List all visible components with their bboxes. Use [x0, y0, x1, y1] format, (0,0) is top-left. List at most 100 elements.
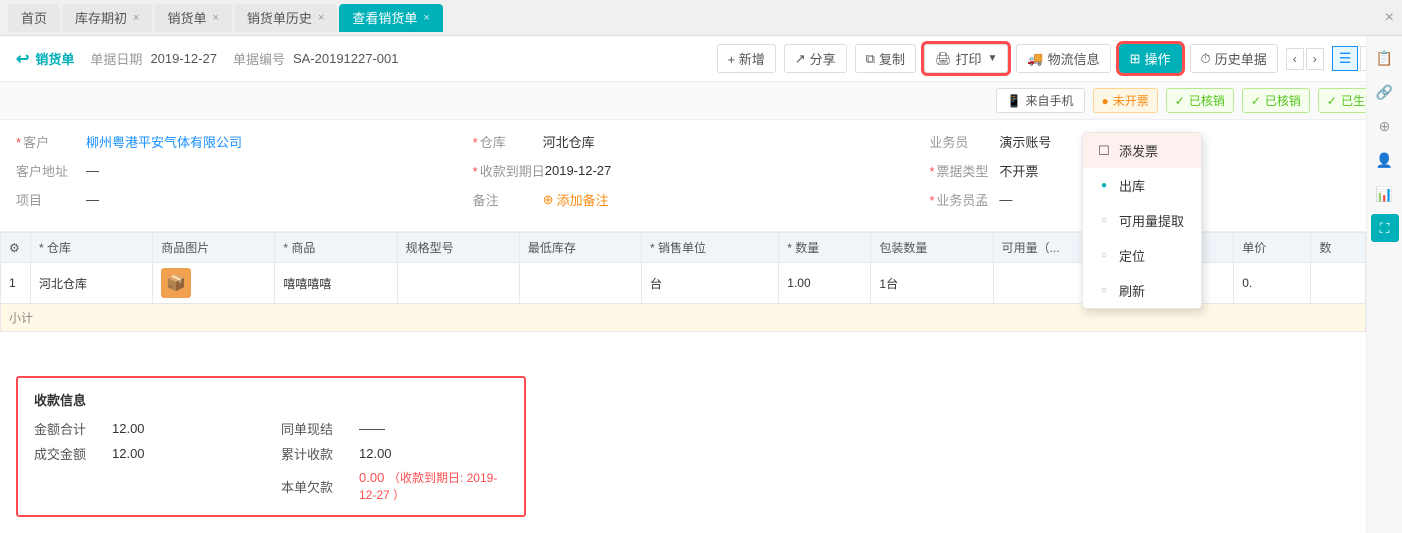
sidebar-icon-5[interactable]: 📊 — [1371, 180, 1399, 208]
owed-row: 本单欠款 0.00 （收款到期日: 2019-12-27 ） — [281, 469, 508, 503]
tab-inventory-close[interactable]: × — [133, 12, 139, 24]
same-order-label: 同单现结 — [281, 419, 351, 438]
sidebar-icon-1[interactable]: 📋 — [1371, 44, 1399, 72]
staff-label: 业务员 — [929, 132, 999, 151]
tab-view-sales-label: 查看销货单 — [352, 8, 417, 27]
out-warehouse-label: 出库 — [1119, 176, 1145, 195]
total-value: 12.00 — [112, 421, 145, 436]
payment-section: 收款信息 金额合计 12.00 同单现结 —— 成交金额 12.00 累计收款 … — [16, 376, 526, 517]
address-field: 客户地址 — — [16, 161, 473, 180]
right-sidebar: 📋 🔗 ⊕ 👤 📊 ⛶ — [1366, 36, 1402, 533]
effective-icon: ✓ — [1327, 94, 1337, 108]
empty-cell — [34, 469, 261, 503]
payment-date-field: 收款到期日 2019-12-27 — [473, 161, 930, 180]
share-icon: ↗ — [795, 51, 806, 67]
from-phone-btn[interactable]: 📱 来自手机 — [996, 88, 1085, 113]
row-product: 嘻嘻嘻嘻 — [275, 263, 397, 304]
doc-actions: + 新增 ↗ 分享 ⧉ 复制 🖨 打印 ▼ 🚚 物流信息 — [717, 44, 1386, 73]
note-field: 备注 ⊕ 添加备注 — [473, 190, 930, 209]
payment-date-label: 收款到期日 — [473, 161, 545, 180]
customer-label: 客户 — [16, 132, 86, 151]
sidebar-icon-4[interactable]: 👤 — [1371, 146, 1399, 174]
doc-date-info: 单据日期 2019-12-27 — [90, 49, 217, 68]
refresh-item[interactable]: ○ 刷新 — [1083, 273, 1201, 308]
sidebar-icon-3[interactable]: ⊕ — [1371, 112, 1399, 140]
prev-button[interactable]: ‹ — [1286, 48, 1304, 70]
same-order-value: —— — [359, 421, 385, 436]
tab-home-label: 首页 — [21, 8, 47, 27]
transaction-label: 成交金额 — [34, 444, 104, 463]
refresh-label: 刷新 — [1119, 281, 1145, 300]
out-warehouse-item[interactable]: ● 出库 — [1083, 168, 1201, 203]
doc-number-info: 单据编号 SA-20191227-001 — [233, 49, 399, 68]
owed-value: 0.00 （收款到期日: 2019-12-27 ） — [359, 469, 508, 503]
locate-item[interactable]: ○ 定位 — [1083, 238, 1201, 273]
project-value: — — [86, 192, 99, 207]
doc-number-value: SA-20191227-001 — [293, 51, 399, 66]
project-field: 项目 — — [16, 190, 473, 209]
locate-icon: ○ — [1097, 249, 1111, 263]
new-button[interactable]: + 新增 — [717, 44, 776, 73]
tab-sales-close[interactable]: × — [212, 12, 218, 24]
not-open-badge: ● 未开票 — [1093, 88, 1158, 113]
tab-sales-label: 销货单 — [167, 8, 206, 27]
customer-field: 客户 柳州粤港平安气体有限公司 — [16, 132, 473, 151]
warehouse-field: 仓库 河北仓库 — [473, 132, 930, 151]
sidebar-icon-2[interactable]: 🔗 — [1371, 78, 1399, 106]
add-note-btn[interactable]: ⊕ 添加备注 — [543, 190, 609, 209]
col-unit: * 销售单位 — [642, 233, 779, 263]
row-spec — [397, 263, 519, 304]
tab-inventory[interactable]: 库存期初 × — [62, 4, 152, 32]
history-button[interactable]: ⏱ 历史单据 — [1190, 44, 1278, 73]
row-extra — [1311, 263, 1366, 304]
add-invoice-label: 添发票 — [1119, 141, 1158, 160]
ticket-type-label: 票据类型 — [929, 161, 999, 180]
operations-button[interactable]: ⊞ 操作 — [1119, 44, 1182, 73]
next-button[interactable]: › — [1306, 48, 1324, 70]
doc-date-value: 2019-12-27 — [150, 51, 217, 66]
tab-inventory-label: 库存期初 — [75, 8, 127, 27]
tab-view-sales[interactable]: 查看销货单 × — [339, 4, 442, 32]
row-price: 0. — [1234, 263, 1311, 304]
customer-value[interactable]: 柳州粤港平安气体有限公司 — [86, 132, 242, 151]
owed-label: 本单欠款 — [281, 477, 351, 496]
operations-icon: ⊞ — [1130, 51, 1141, 67]
total-label: 金额合计 — [34, 419, 104, 438]
copy-icon: ⧉ — [866, 51, 875, 67]
logistics-button[interactable]: 🚚 物流信息 — [1016, 44, 1110, 73]
print-button[interactable]: 🖨 打印 ▼ — [924, 44, 1008, 73]
tab-sales-history-close[interactable]: × — [318, 12, 324, 24]
toolbar-row: 📱 来自手机 ● 未开票 ✓ 已核销 ✓ 已核销 ✓ 已生效 — [0, 82, 1402, 120]
available-qty-item[interactable]: ○ 可用量提取 — [1083, 203, 1201, 238]
copy-button[interactable]: ⧉ 复制 — [855, 44, 916, 73]
cumulative-row: 累计收款 12.00 — [281, 444, 508, 463]
project-label: 项目 — [16, 190, 86, 209]
payment-grid: 金额合计 12.00 同单现结 —— 成交金额 12.00 累计收款 12.00 — [34, 419, 508, 503]
col-image: 商品图片 — [153, 233, 275, 263]
row-qty: 1.00 — [779, 263, 871, 304]
address-label: 客户地址 — [16, 161, 86, 180]
tab-home[interactable]: 首页 — [8, 4, 60, 32]
tab-sales-history[interactable]: 销货单历史 × — [234, 4, 337, 32]
list-view-btn[interactable]: ☰ — [1332, 46, 1359, 71]
refresh-icon: ○ — [1097, 284, 1111, 298]
col-qty: * 数量 — [779, 233, 871, 263]
col-min-stock: 最低库存 — [519, 233, 641, 263]
tab-sales[interactable]: 销货单 × — [154, 4, 231, 32]
doc-header: ↩ 销货单 单据日期 2019-12-27 单据编号 SA-20191227-0… — [0, 36, 1402, 82]
window-close-btn[interactable]: × — [1385, 9, 1394, 27]
col-settings[interactable]: ⚙ — [1, 233, 31, 263]
locate-label: 定位 — [1119, 246, 1145, 265]
doc-type-icon: ↩ — [16, 49, 29, 69]
warehouse-label: 仓库 — [473, 132, 543, 151]
history-icon: ⏱ — [1201, 51, 1211, 67]
add-note-icon: ⊕ — [543, 192, 554, 208]
share-button[interactable]: ↗ 分享 — [784, 44, 847, 73]
staff2-label: 业务员孟 — [929, 190, 999, 209]
tab-view-sales-close[interactable]: × — [423, 12, 429, 24]
tab-bar: 首页 库存期初 × 销货单 × 销货单历史 × 查看销货单 × × — [0, 0, 1402, 36]
product-thumbnail: 📦 — [161, 268, 191, 298]
sidebar-icon-6[interactable]: ⛶ — [1371, 214, 1399, 242]
col-pkg-qty: 包装数量 — [871, 233, 993, 263]
add-invoice-item[interactable]: ☐ 添发票 — [1083, 133, 1201, 168]
